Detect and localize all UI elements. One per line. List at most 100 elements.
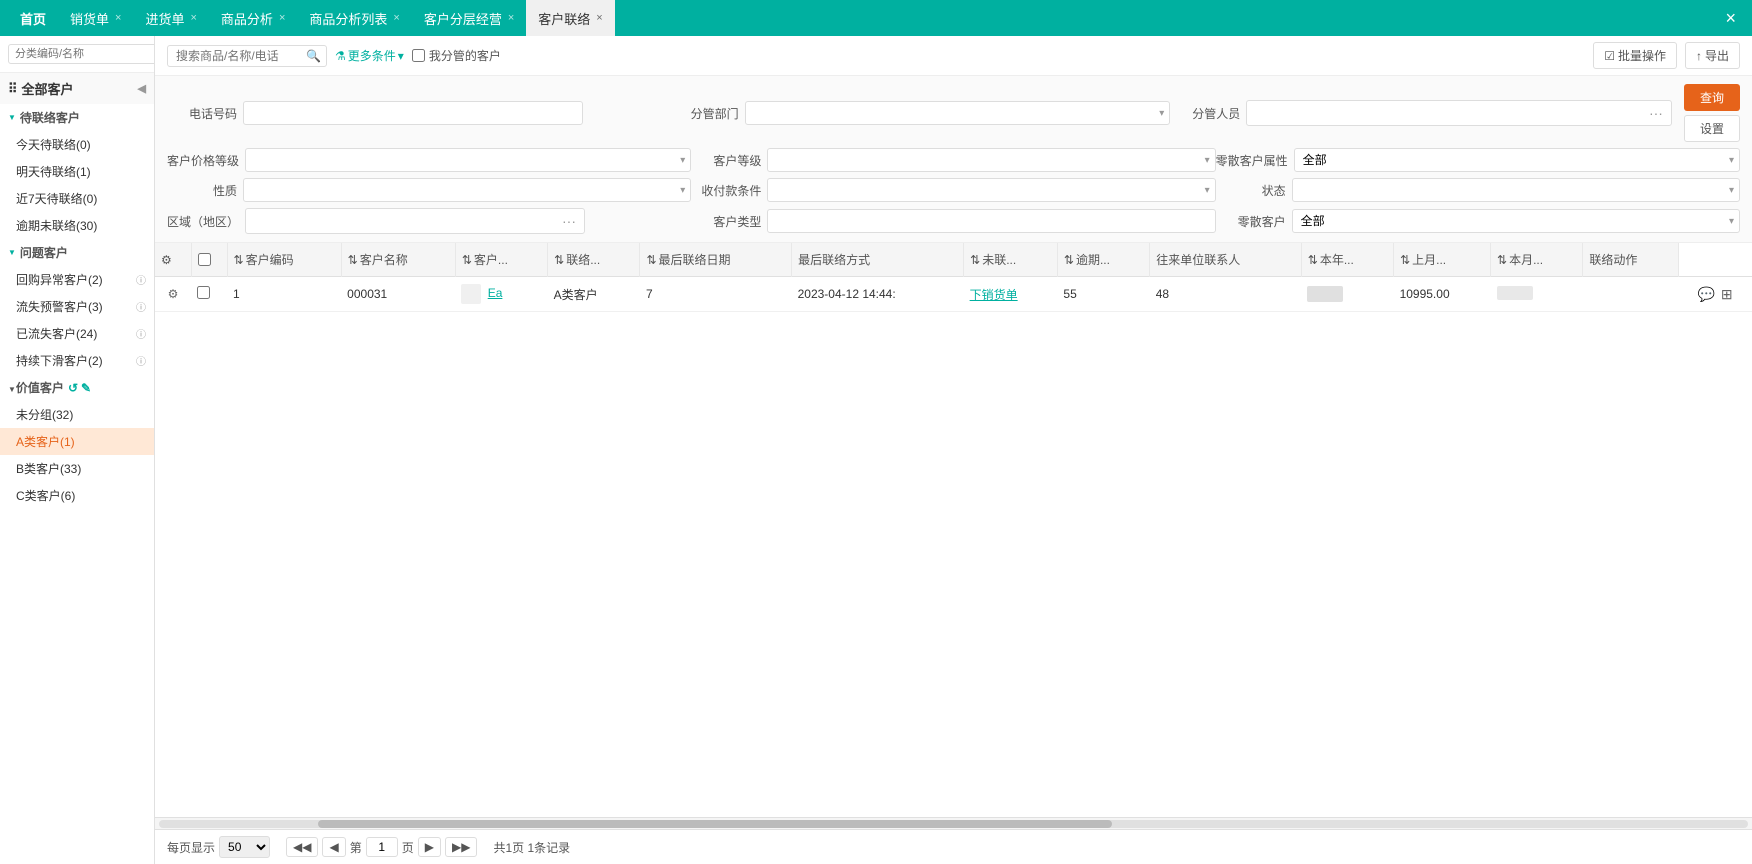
- sidebar-item-ungroup[interactable]: 未分组(32): [0, 401, 154, 428]
- nav-item-goods-analysis[interactable]: 商品分析 ×: [209, 0, 297, 36]
- settings-button[interactable]: 设置: [1684, 115, 1740, 142]
- customers-table: ⚙ ⇅ 客户编码: [155, 243, 1752, 312]
- col-uncontacted-sort-icon[interactable]: ⇅: [970, 253, 980, 267]
- sidebar-item-repurchase-abnormal[interactable]: 回购异常客户(2) ⓘ: [0, 266, 154, 293]
- nav-close-customer-contact[interactable]: ×: [596, 12, 602, 24]
- col-this-month-sort-icon[interactable]: ⇅: [1497, 253, 1507, 267]
- sidebar-item-a-class[interactable]: A类客户(1): [0, 428, 154, 455]
- sidebar-item-tomorrow-contact[interactable]: 明天待联络(1): [0, 158, 154, 185]
- my-customers-checkbox[interactable]: [412, 49, 425, 62]
- next-page-button[interactable]: ▶: [418, 837, 441, 857]
- horizontal-scrollbar[interactable]: [155, 817, 1752, 829]
- sidebar-search-input[interactable]: [8, 44, 155, 64]
- nav-item-sales[interactable]: 销货单 ×: [58, 0, 133, 36]
- batch-ops-button[interactable]: ☑ 批量操作: [1593, 42, 1677, 69]
- col-uncontacted: ⇅ 未联...: [964, 243, 1058, 277]
- nav-close-purchase[interactable]: ×: [190, 12, 196, 24]
- first-page-button[interactable]: ◀◀: [286, 837, 318, 857]
- col-last-date-sort-icon[interactable]: ⇅: [646, 253, 656, 267]
- a-class-label: A类客户(1): [16, 433, 75, 450]
- filter-search-icon[interactable]: 🔍: [306, 49, 321, 63]
- manager-input[interactable]: ···: [1246, 100, 1672, 126]
- sidebar-item-declining[interactable]: 持续下滑客户(2) ⓘ: [0, 347, 154, 374]
- more-conditions-button[interactable]: ⚗ 更多条件 ▾: [335, 47, 404, 64]
- all-customers-header[interactable]: ⠿ 全部客户 ◀: [0, 73, 154, 104]
- phone-input[interactable]: [243, 101, 583, 125]
- problem-group-triangle[interactable]: [8, 247, 16, 258]
- col-name-sort-icon[interactable]: ⇅: [348, 253, 358, 267]
- page-number-input[interactable]: [366, 837, 398, 857]
- pending-group-triangle[interactable]: [8, 112, 16, 123]
- nav-item-home[interactable]: 首页: [8, 0, 58, 36]
- value-group-triangle[interactable]: [8, 381, 16, 395]
- sidebar-item-churned[interactable]: 已流失客户(24) ⓘ: [0, 320, 154, 347]
- col-last-month-sort-icon[interactable]: ⇅: [1400, 253, 1410, 267]
- row-settings-cell[interactable]: ⚙: [155, 277, 191, 312]
- nav-close-customer-tier[interactable]: ×: [508, 12, 514, 24]
- price-level-select[interactable]: [245, 148, 691, 172]
- col-contact-count-sort-icon[interactable]: ⇅: [554, 253, 564, 267]
- value-group-refresh-icon[interactable]: ↺: [68, 381, 78, 395]
- customer-type-input[interactable]: [767, 209, 1215, 233]
- row-uncontacted-cell: 55: [1057, 277, 1149, 312]
- filter-search-box[interactable]: 🔍: [167, 45, 327, 67]
- sidebar-item-b-class[interactable]: B类客户(33): [0, 455, 154, 482]
- filter-actions: 查询 设置: [1684, 84, 1740, 142]
- row-name[interactable]: Ea: [488, 286, 503, 300]
- filter-search-input[interactable]: [176, 49, 306, 63]
- nav-item-customer-tier[interactable]: 客户分层经营 ×: [412, 0, 526, 36]
- row-checkbox[interactable]: [197, 286, 210, 299]
- nav-item-purchase[interactable]: 进货单 ×: [133, 0, 208, 36]
- col-level-label: 客户...: [474, 251, 508, 268]
- col-code-sort-icon[interactable]: ⇅: [234, 253, 244, 267]
- nav-item-customer-contact[interactable]: 客户联络 ×: [526, 0, 614, 36]
- status-label: 状态: [1216, 182, 1286, 199]
- scroll-thumb[interactable]: [318, 820, 1113, 828]
- customer-level-select-wrap: ▾: [767, 148, 1215, 172]
- sidebar-item-churn-warning[interactable]: 流失预警客户(3) ⓘ: [0, 293, 154, 320]
- row-chat-icon[interactable]: 💬: [1697, 286, 1714, 303]
- page-size-select[interactable]: 50 20 100 200: [219, 836, 270, 858]
- filter-row-4: 区域（地区） ··· 客户类型 零散客户 全部 ▾: [167, 208, 1740, 234]
- nav-close-goods-analysis-list[interactable]: ×: [393, 12, 399, 24]
- export-button[interactable]: ↑ 导出: [1685, 42, 1740, 69]
- all-customers-label: 全部客户: [22, 79, 74, 98]
- sidebar: 🔍 ⠿ 全部客户 ◀ 待联络客户 今天待联络(0) 明天待联络(1) 近7天待联…: [0, 36, 155, 864]
- customer-level-select[interactable]: [767, 148, 1215, 172]
- sidebar-item-today-contact[interactable]: 今天待联络(0): [0, 131, 154, 158]
- value-group-edit-icon[interactable]: ✎: [81, 381, 91, 395]
- nature-select[interactable]: [243, 178, 691, 202]
- select-all-checkbox[interactable]: [198, 253, 211, 266]
- col-year-sort-icon[interactable]: ⇅: [1308, 253, 1318, 267]
- filter-field-customer-type: 客户类型: [691, 209, 1215, 233]
- export-label: 导出: [1705, 47, 1729, 64]
- payment-select[interactable]: [767, 178, 1215, 202]
- query-button[interactable]: 查询: [1684, 84, 1740, 111]
- filter-row-3: 性质 ▾ 收付款条件 ▾ 状态: [167, 178, 1740, 202]
- filter-field-price-level: 客户价格等级 ▾: [167, 148, 691, 172]
- region-input[interactable]: ···: [245, 208, 585, 234]
- col-action-label: 联络动作: [1589, 251, 1637, 268]
- churn-hint-icon: ⓘ: [136, 299, 146, 314]
- prev-page-button[interactable]: ◀: [322, 837, 345, 857]
- row-last-method[interactable]: 下销货单: [970, 288, 1018, 302]
- col-level-sort-icon[interactable]: ⇅: [462, 253, 472, 267]
- sidebar-collapse-icon[interactable]: ◀: [138, 82, 146, 95]
- retail-customer-select[interactable]: 全部: [1292, 209, 1740, 233]
- table-settings-icon[interactable]: ⚙: [161, 253, 172, 267]
- sidebar-item-c-class[interactable]: C类客户(6): [0, 482, 154, 509]
- table-body: ⚙ 1 000031 Ea: [155, 277, 1752, 312]
- nav-close-sales[interactable]: ×: [115, 12, 121, 24]
- col-overdue-sort-icon[interactable]: ⇅: [1064, 253, 1074, 267]
- last-page-button[interactable]: ▶▶: [445, 837, 477, 857]
- row-qr-icon[interactable]: ⊞: [1721, 286, 1733, 303]
- nav-item-goods-analysis-list[interactable]: 商品分析列表 ×: [297, 0, 411, 36]
- sidebar-item-overdue-contact[interactable]: 逾期未联络(30): [0, 212, 154, 239]
- nav-close-goods-analysis[interactable]: ×: [279, 12, 285, 24]
- retail-attr-select[interactable]: 全部: [1294, 148, 1740, 172]
- sidebar-item-week-contact[interactable]: 近7天待联络(0): [0, 185, 154, 212]
- nav-close-all-button[interactable]: ×: [1717, 8, 1744, 29]
- col-uncontacted-label: 未联...: [982, 251, 1016, 268]
- status-select[interactable]: [1292, 178, 1740, 202]
- dept-select[interactable]: [745, 101, 1171, 125]
